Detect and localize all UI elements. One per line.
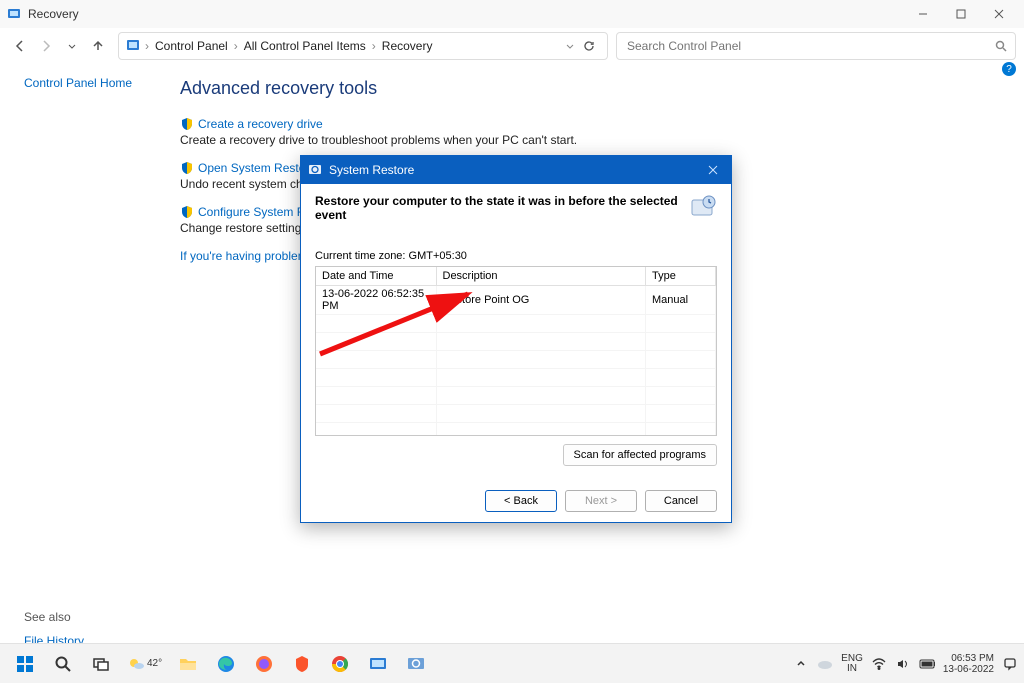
system-restore-dialog: System Restore Restore your computer to …: [300, 155, 732, 523]
control-panel-icon: [125, 38, 141, 54]
maximize-button[interactable]: [942, 2, 980, 26]
restore-points-table[interactable]: Date and Time Description Type 13-06-202…: [315, 266, 717, 436]
dialog-title: System Restore: [329, 163, 414, 177]
breadcrumb-sep: ›: [230, 39, 242, 53]
left-sidebar: Control Panel Home See also File History: [0, 64, 180, 643]
settings-app-icon[interactable]: [362, 648, 394, 680]
col-type[interactable]: Type: [646, 267, 716, 286]
system-tray: ENG IN 06:53 PM 13-06-2022: [793, 653, 1018, 675]
tool-description: Create a recovery drive to troubleshoot …: [180, 133, 1000, 147]
window-titlebar: Recovery: [0, 0, 1024, 28]
cell-type: Manual: [646, 286, 716, 315]
lang-bottom: IN: [841, 664, 863, 674]
clock-time: 06:53 PM: [943, 653, 994, 664]
search-icon: [995, 40, 1007, 52]
dialog-heading: Restore your computer to the state it wa…: [315, 194, 689, 222]
taskbar-clock[interactable]: 06:53 PM 13-06-2022: [943, 653, 994, 675]
breadcrumb-item[interactable]: All Control Panel Items: [242, 39, 368, 53]
address-dropdown-icon[interactable]: [565, 41, 583, 51]
system-restore-icon: [307, 162, 323, 178]
scan-affected-programs-button[interactable]: Scan for affected programs: [563, 444, 717, 466]
cell-description: Restore Point OG: [436, 286, 646, 315]
firefox-icon[interactable]: [248, 648, 280, 680]
search-input[interactable]: [625, 38, 995, 54]
recovery-app-icon: [6, 6, 22, 22]
shield-icon: [180, 161, 194, 175]
see-also-label: See also: [24, 610, 180, 624]
language-indicator[interactable]: ENG IN: [841, 654, 863, 674]
breadcrumb-sep: ›: [368, 39, 380, 53]
page-heading: Advanced recovery tools: [180, 78, 1000, 99]
file-explorer-icon[interactable]: [172, 648, 204, 680]
navigation-toolbar: › Control Panel › All Control Panel Item…: [0, 28, 1024, 64]
timezone-label: Current time zone: GMT+05:30: [315, 250, 717, 262]
breadcrumb-item[interactable]: Control Panel: [153, 39, 230, 53]
create-recovery-drive-link[interactable]: Create a recovery drive: [198, 117, 323, 131]
clock-date: 13-06-2022: [943, 664, 994, 675]
edge-browser-icon[interactable]: [210, 648, 242, 680]
shield-icon: [180, 205, 194, 219]
breadcrumb-item[interactable]: Recovery: [380, 39, 435, 53]
close-button[interactable]: [980, 2, 1018, 26]
shield-icon: [180, 117, 194, 131]
restore-point-row[interactable]: 13-06-2022 06:52:35 PM Restore Point OG …: [316, 286, 716, 315]
help-icon[interactable]: ?: [1002, 62, 1016, 76]
minimize-button[interactable]: [904, 2, 942, 26]
refresh-button[interactable]: [583, 40, 601, 52]
onedrive-icon[interactable]: [817, 656, 833, 672]
address-bar[interactable]: › Control Panel › All Control Panel Item…: [118, 32, 608, 60]
col-date-time[interactable]: Date and Time: [316, 267, 436, 286]
chrome-icon[interactable]: [324, 648, 356, 680]
breadcrumb-sep: ›: [141, 39, 153, 53]
task-view-button[interactable]: [85, 648, 117, 680]
recovery-tool-item: Create a recovery drive Create a recover…: [180, 117, 1000, 147]
tray-overflow-icon[interactable]: [793, 656, 809, 672]
col-description[interactable]: Description: [436, 267, 646, 286]
back-dialog-button[interactable]: < Back: [485, 490, 557, 512]
forward-button[interactable]: [34, 34, 58, 58]
brave-icon[interactable]: [286, 648, 318, 680]
cancel-dialog-button[interactable]: Cancel: [645, 490, 717, 512]
lang-top: ENG: [841, 654, 863, 664]
window-title: Recovery: [28, 7, 79, 21]
wifi-icon[interactable]: [871, 656, 887, 672]
cell-date-time: 13-06-2022 06:52:35 PM: [316, 286, 436, 315]
search-box[interactable]: [616, 32, 1016, 60]
notifications-icon[interactable]: [1002, 656, 1018, 672]
system-restore-large-icon: [689, 194, 717, 222]
open-system-restore-link[interactable]: Open System Restore: [198, 161, 316, 175]
dialog-close-button[interactable]: [701, 160, 725, 180]
battery-icon[interactable]: [919, 656, 935, 672]
start-button[interactable]: [9, 648, 41, 680]
recent-dropdown-icon[interactable]: [60, 34, 84, 58]
volume-icon[interactable]: [895, 656, 911, 672]
next-dialog-button[interactable]: Next >: [565, 490, 637, 512]
weather-temp: 42°: [147, 658, 162, 669]
up-button[interactable]: [86, 34, 110, 58]
back-button[interactable]: [8, 34, 32, 58]
taskbar-search-button[interactable]: [47, 648, 79, 680]
control-panel-home-link[interactable]: Control Panel Home: [24, 76, 180, 90]
taskbar: 42° ENG IN: [0, 643, 1024, 683]
recovery-taskbar-icon[interactable]: [400, 648, 432, 680]
weather-widget[interactable]: 42°: [123, 648, 166, 680]
dialog-titlebar[interactable]: System Restore: [301, 156, 731, 184]
